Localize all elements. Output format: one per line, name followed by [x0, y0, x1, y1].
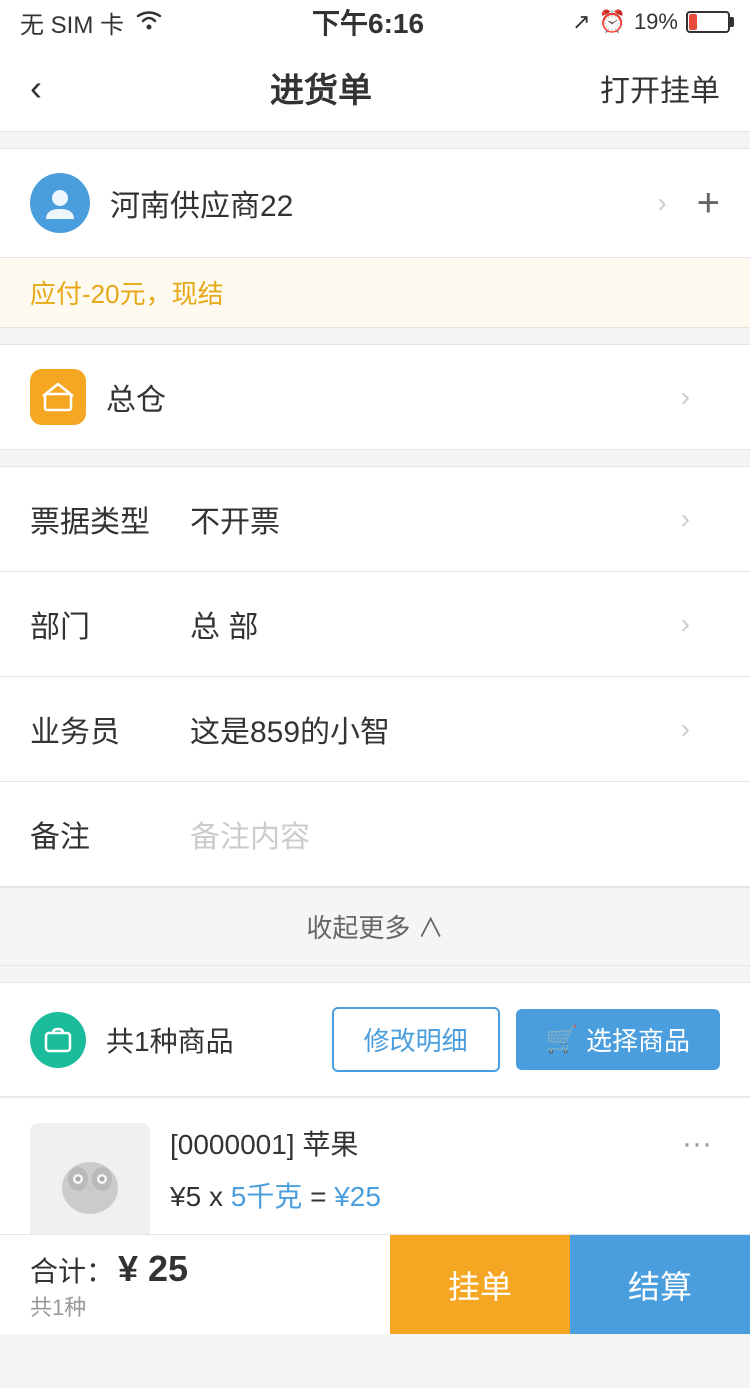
select-product-label: 选择商品	[586, 1021, 690, 1058]
staff-label: 业务员	[30, 707, 170, 751]
back-button[interactable]: ‹	[30, 67, 42, 109]
staff-row[interactable]: 业务员 这是859的小智 ›	[0, 677, 750, 782]
price-equals: =	[310, 1181, 334, 1212]
dept-row[interactable]: 部门 总 部 ›	[0, 572, 750, 677]
form-section: 票据类型 不开票 › 部门 总 部 › 业务员 这是859的小智 › 备注 备注…	[0, 466, 750, 887]
supplier-section: 河南供应商22 › + 应付-20元，现结	[0, 148, 750, 328]
alarm-icon: ⏰	[599, 9, 626, 35]
nav-bar: ‹ 进货单 打开挂单	[0, 44, 750, 132]
pending-button[interactable]: 挂单	[390, 1235, 570, 1334]
supplier-note: 应付-20元，现结	[0, 258, 750, 327]
quantity-value: 5千克	[231, 1181, 303, 1212]
invoice-label: 票据类型	[30, 497, 170, 541]
total-amount: ¥ 25	[118, 1248, 188, 1290]
product-name: [0000001] 苹果	[170, 1123, 674, 1163]
cart-icon: 🛒	[546, 1024, 578, 1055]
open-pending-button[interactable]: 打开挂单	[600, 66, 720, 110]
dept-value: 总 部	[170, 602, 681, 646]
status-bar: 无 SIM 卡 下午6:16 ↗ ⏰ 19%	[0, 0, 750, 44]
location-icon: ↗	[572, 9, 590, 35]
staff-chevron-icon: ›	[681, 713, 690, 745]
remark-label: 备注	[30, 812, 170, 856]
staff-value: 这是859的小智	[170, 707, 681, 751]
dept-label: 部门	[30, 602, 170, 646]
page-title: 进货单	[270, 63, 372, 112]
supplier-name: 河南供应商22	[110, 181, 657, 225]
add-supplier-button[interactable]: +	[697, 181, 720, 226]
battery-icon	[686, 11, 730, 33]
invoice-chevron-icon: ›	[681, 503, 690, 535]
remark-row[interactable]: 备注 备注内容	[0, 782, 750, 887]
remark-input[interactable]: 备注内容	[170, 812, 720, 856]
dept-chevron-icon: ›	[681, 608, 690, 640]
more-options-button[interactable]: ···	[674, 1123, 720, 1165]
bottom-bar: 合计： ¥ 25 共1种 挂单 结算	[0, 1234, 750, 1334]
products-icon	[30, 1012, 86, 1068]
products-count: 共1种商品	[106, 1020, 332, 1060]
supplier-avatar	[30, 173, 90, 233]
warehouse-section: 总仓 ›	[0, 344, 750, 450]
edit-details-button[interactable]: 修改明细	[332, 1007, 500, 1072]
product-code: [0000001]	[170, 1129, 295, 1160]
warehouse-icon	[30, 369, 86, 425]
supplier-row[interactable]: 河南供应商22 › +	[0, 149, 750, 258]
products-header: 共1种商品 修改明细 🛒 选择商品	[0, 982, 750, 1097]
supplier-chevron-icon: ›	[657, 187, 666, 219]
wifi-icon	[134, 8, 164, 37]
price-multiply: x	[209, 1181, 231, 1212]
warehouse-name: 总仓	[106, 375, 681, 419]
checkout-button[interactable]: 结算	[570, 1235, 750, 1334]
select-product-button[interactable]: 🛒 选择商品	[516, 1009, 720, 1070]
invoice-value: 不开票	[170, 497, 681, 541]
status-left: 无 SIM 卡	[20, 5, 164, 40]
total-label: 合计：	[30, 1250, 114, 1290]
product-thumbnail	[30, 1123, 150, 1243]
carrier-label: 无 SIM 卡	[20, 5, 124, 40]
collapse-label: 收起更多 ∧	[306, 913, 443, 943]
warehouse-row[interactable]: 总仓 ›	[0, 345, 750, 449]
collapse-row[interactable]: 收起更多 ∧	[0, 887, 750, 966]
total-price: ¥25	[334, 1181, 381, 1212]
status-time: 下午6:16	[312, 2, 424, 42]
total-area: 合计： ¥ 25 共1种	[0, 1235, 390, 1334]
product-price-row: ¥5 x 5千克 = ¥25	[170, 1175, 674, 1215]
battery-level: 19%	[634, 9, 678, 35]
product-info: [0000001] 苹果 ¥5 x 5千克 = ¥25	[170, 1123, 674, 1215]
price-value: ¥5	[170, 1181, 201, 1212]
invoice-row[interactable]: 票据类型 不开票 ›	[0, 467, 750, 572]
product-title: 苹果	[302, 1129, 358, 1160]
status-right: ↗ ⏰ 19%	[572, 9, 730, 35]
total-count: 共1种	[30, 1290, 360, 1322]
warehouse-chevron-icon: ›	[681, 381, 690, 413]
